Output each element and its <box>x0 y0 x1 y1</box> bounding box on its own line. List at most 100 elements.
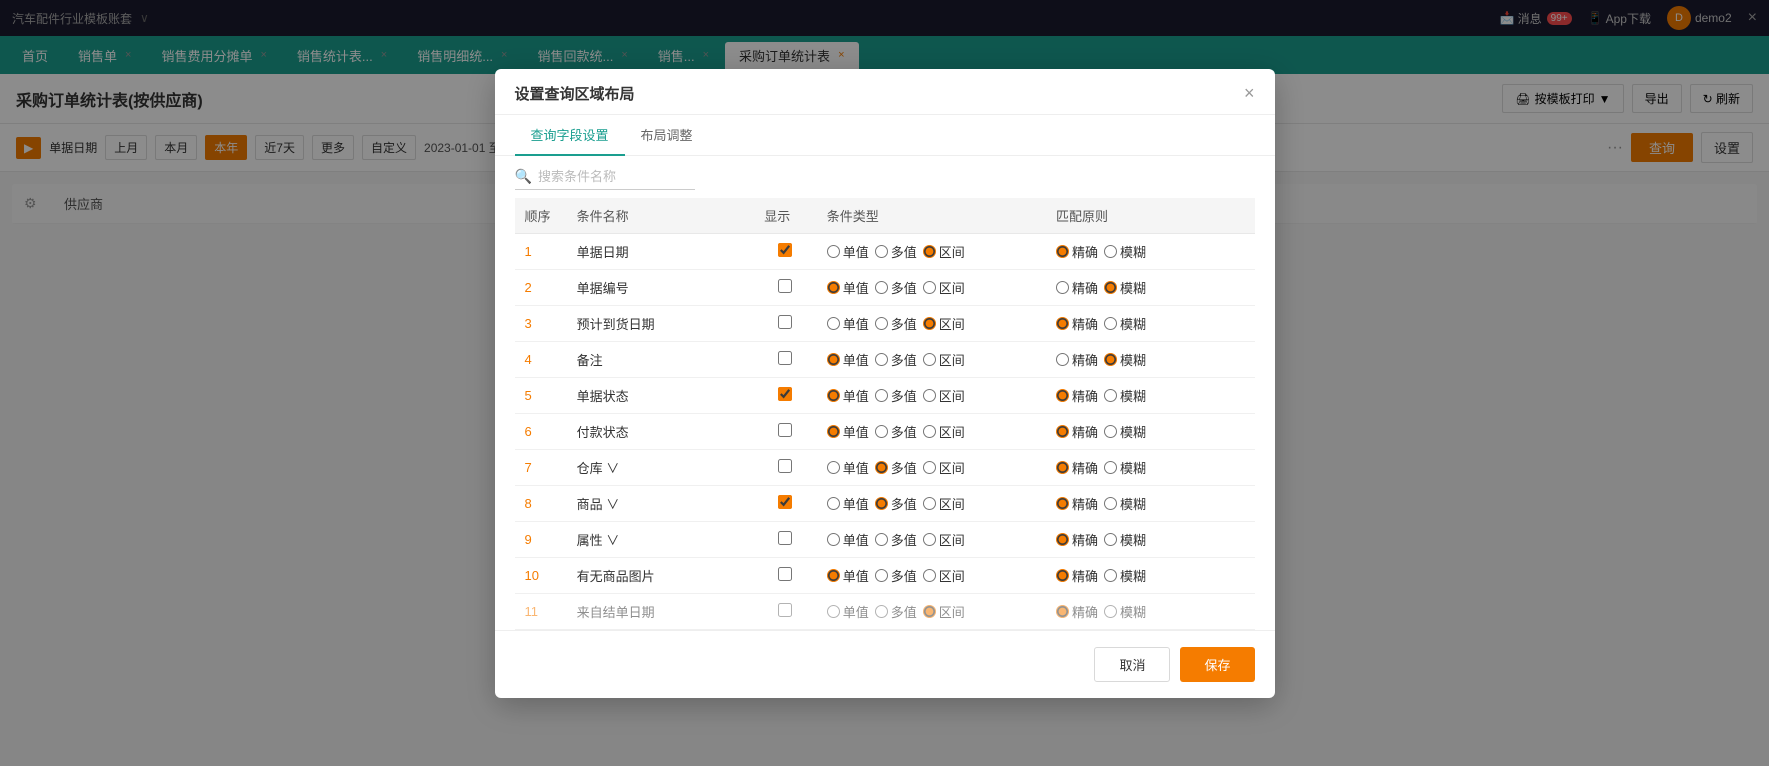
type-radio-6-2[interactable]: 区间 <box>923 458 965 477</box>
type-radio-9-1[interactable]: 多值 <box>875 566 917 585</box>
type-radio-4-2[interactable]: 区间 <box>923 386 965 405</box>
type-radio-5-1[interactable]: 多值 <box>875 422 917 441</box>
row-match-4[interactable]: 精确模糊 <box>1046 377 1254 413</box>
match-radio-2-1[interactable]: 模糊 <box>1104 314 1146 333</box>
show-checkbox-7[interactable] <box>778 495 792 509</box>
match-radio-2-0[interactable]: 精确 <box>1056 314 1098 333</box>
type-radio-5-2[interactable]: 区间 <box>923 422 965 441</box>
save-button[interactable]: 保存 <box>1180 647 1254 682</box>
type-radio-2-0[interactable]: 单值 <box>827 314 869 333</box>
type-radio-5-0[interactable]: 单值 <box>827 422 869 441</box>
match-radio-4-1[interactable]: 模糊 <box>1104 386 1146 405</box>
type-radio-0-1[interactable]: 多值 <box>875 242 917 261</box>
type-radio-10-0[interactable]: 单值 <box>827 602 869 621</box>
row-show-10[interactable] <box>754 593 817 629</box>
row-show-4[interactable] <box>754 377 817 413</box>
show-checkbox-0[interactable] <box>778 243 792 257</box>
type-radio-3-1[interactable]: 多值 <box>875 350 917 369</box>
match-radio-6-0[interactable]: 精确 <box>1056 458 1098 477</box>
type-radio-2-1[interactable]: 多值 <box>875 314 917 333</box>
row-match-3[interactable]: 精确模糊 <box>1046 341 1254 377</box>
match-radio-0-1[interactable]: 模糊 <box>1104 242 1146 261</box>
type-radio-0-2[interactable]: 区间 <box>923 242 965 261</box>
row-match-6[interactable]: 精确模糊 <box>1046 449 1254 485</box>
type-radio-1-1[interactable]: 多值 <box>875 278 917 297</box>
match-radio-7-1[interactable]: 模糊 <box>1104 494 1146 513</box>
match-radio-6-1[interactable]: 模糊 <box>1104 458 1146 477</box>
row-match-10[interactable]: 精确模糊 <box>1046 593 1254 629</box>
show-checkbox-8[interactable] <box>778 531 792 545</box>
row-match-7[interactable]: 精确模糊 <box>1046 485 1254 521</box>
show-checkbox-1[interactable] <box>778 279 792 293</box>
match-radio-0-0[interactable]: 精确 <box>1056 242 1098 261</box>
row-type-6[interactable]: 单值多值区间 <box>817 449 1046 485</box>
type-radio-8-0[interactable]: 单值 <box>827 530 869 549</box>
type-radio-6-1[interactable]: 多值 <box>875 458 917 477</box>
row-match-1[interactable]: 精确模糊 <box>1046 269 1254 305</box>
show-checkbox-3[interactable] <box>778 351 792 365</box>
row-show-0[interactable] <box>754 233 817 269</box>
match-radio-3-0[interactable]: 精确 <box>1056 350 1098 369</box>
type-radio-7-0[interactable]: 单值 <box>827 494 869 513</box>
row-match-8[interactable]: 精确模糊 <box>1046 521 1254 557</box>
row-show-6[interactable] <box>754 449 817 485</box>
row-type-3[interactable]: 单值多值区间 <box>817 341 1046 377</box>
type-radio-7-2[interactable]: 区间 <box>923 494 965 513</box>
type-radio-10-2[interactable]: 区间 <box>923 602 965 621</box>
type-radio-6-0[interactable]: 单值 <box>827 458 869 477</box>
type-radio-9-0[interactable]: 单值 <box>827 566 869 585</box>
row-type-4[interactable]: 单值多值区间 <box>817 377 1046 413</box>
row-show-7[interactable] <box>754 485 817 521</box>
match-radio-3-1[interactable]: 模糊 <box>1104 350 1146 369</box>
type-radio-10-1[interactable]: 多值 <box>875 602 917 621</box>
type-radio-3-2[interactable]: 区间 <box>923 350 965 369</box>
row-show-5[interactable] <box>754 413 817 449</box>
row-match-2[interactable]: 精确模糊 <box>1046 305 1254 341</box>
type-radio-8-1[interactable]: 多值 <box>875 530 917 549</box>
match-radio-1-1[interactable]: 模糊 <box>1104 278 1146 297</box>
show-checkbox-5[interactable] <box>778 423 792 437</box>
type-radio-2-2[interactable]: 区间 <box>923 314 965 333</box>
type-radio-4-1[interactable]: 多值 <box>875 386 917 405</box>
match-radio-10-0[interactable]: 精确 <box>1056 602 1098 621</box>
row-match-5[interactable]: 精确模糊 <box>1046 413 1254 449</box>
row-show-8[interactable] <box>754 521 817 557</box>
match-radio-5-0[interactable]: 精确 <box>1056 422 1098 441</box>
row-type-7[interactable]: 单值多值区间 <box>817 485 1046 521</box>
match-radio-8-0[interactable]: 精确 <box>1056 530 1098 549</box>
match-radio-4-0[interactable]: 精确 <box>1056 386 1098 405</box>
row-show-2[interactable] <box>754 305 817 341</box>
row-type-10[interactable]: 单值多值区间 <box>817 593 1046 629</box>
row-type-0[interactable]: 单值多值区间 <box>817 233 1046 269</box>
type-radio-8-2[interactable]: 区间 <box>923 530 965 549</box>
cancel-button[interactable]: 取消 <box>1094 647 1170 682</box>
dialog-close-button[interactable]: × <box>1244 84 1255 102</box>
row-type-8[interactable]: 单值多值区间 <box>817 521 1046 557</box>
row-type-1[interactable]: 单值多值区间 <box>817 269 1046 305</box>
type-radio-7-1[interactable]: 多值 <box>875 494 917 513</box>
show-checkbox-10[interactable] <box>778 603 792 617</box>
row-show-3[interactable] <box>754 341 817 377</box>
type-radio-1-2[interactable]: 区间 <box>923 278 965 297</box>
type-radio-3-0[interactable]: 单值 <box>827 350 869 369</box>
show-checkbox-9[interactable] <box>778 567 792 581</box>
match-radio-5-1[interactable]: 模糊 <box>1104 422 1146 441</box>
condition-search-input[interactable] <box>538 169 678 184</box>
row-match-9[interactable]: 精确模糊 <box>1046 557 1254 593</box>
match-radio-8-1[interactable]: 模糊 <box>1104 530 1146 549</box>
dialog-tab-layout[interactable]: 布局调整 <box>625 115 709 156</box>
show-checkbox-6[interactable] <box>778 459 792 473</box>
type-radio-4-0[interactable]: 单值 <box>827 386 869 405</box>
row-type-2[interactable]: 单值多值区间 <box>817 305 1046 341</box>
row-match-0[interactable]: 精确模糊 <box>1046 233 1254 269</box>
type-radio-0-0[interactable]: 单值 <box>827 242 869 261</box>
dialog-tab-query[interactable]: 查询字段设置 <box>515 115 625 156</box>
row-type-5[interactable]: 单值多值区间 <box>817 413 1046 449</box>
row-type-9[interactable]: 单值多值区间 <box>817 557 1046 593</box>
match-radio-1-0[interactable]: 精确 <box>1056 278 1098 297</box>
row-show-9[interactable] <box>754 557 817 593</box>
match-radio-10-1[interactable]: 模糊 <box>1104 602 1146 621</box>
match-radio-7-0[interactable]: 精确 <box>1056 494 1098 513</box>
row-show-1[interactable] <box>754 269 817 305</box>
match-radio-9-0[interactable]: 精确 <box>1056 566 1098 585</box>
